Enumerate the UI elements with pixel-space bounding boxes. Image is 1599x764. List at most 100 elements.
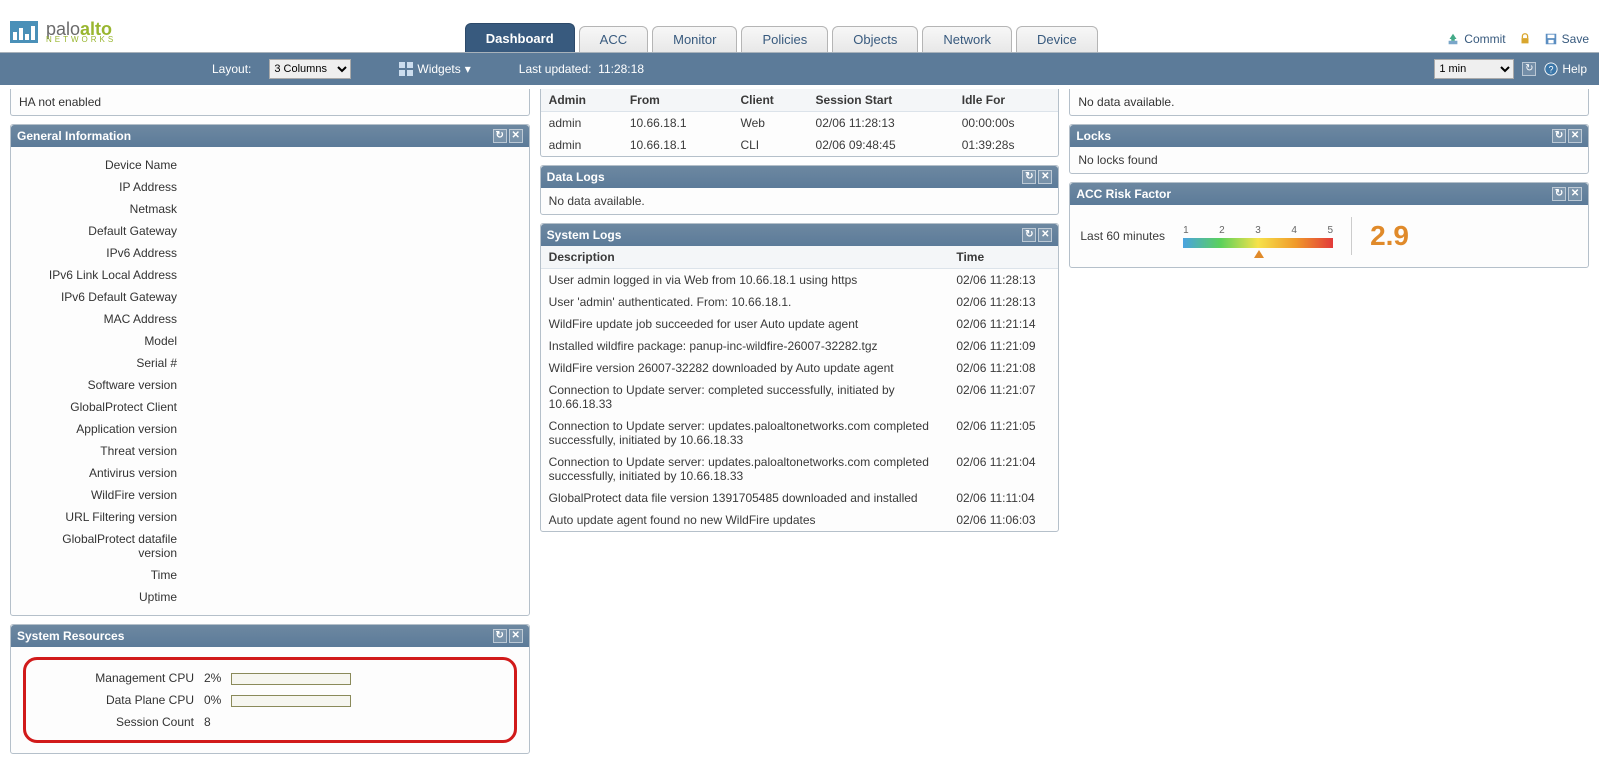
refresh-widget-button[interactable]: ↻ (1552, 187, 1566, 201)
field-value (183, 441, 519, 461)
log-time: 02/06 11:21:08 (948, 357, 1058, 379)
commit-button[interactable]: Commit (1446, 32, 1505, 46)
widget-title: Data Logs (547, 170, 605, 184)
layout-label: Layout: (212, 62, 251, 76)
column-header: Session Start (808, 89, 954, 112)
field-label: IPv6 Link Local Address (21, 265, 181, 285)
log-description: User admin logged in via Web from 10.66.… (541, 269, 949, 292)
close-widget-button[interactable]: ✕ (1568, 187, 1582, 201)
info-row: IPv6 Link Local Address (21, 265, 519, 285)
tick-label: 2 (1219, 225, 1225, 236)
log-description: Installed wildfire package: panup-inc-wi… (541, 335, 949, 357)
lock-icon[interactable] (1518, 32, 1532, 46)
column-header: Description (541, 246, 949, 269)
field-value (183, 587, 519, 607)
log-description: WildFire version 26007-32282 downloaded … (541, 357, 949, 379)
last-updated-value: 11:28:18 (598, 62, 644, 76)
close-widget-button[interactable]: ✕ (509, 629, 523, 643)
log-description: Connection to Update server: updates.pal… (541, 415, 949, 451)
admins-panel: AdminFromClientSession StartIdle Foradmi… (540, 89, 1060, 157)
tab-monitor[interactable]: Monitor (652, 26, 737, 52)
widget-title: ACC Risk Factor (1076, 187, 1171, 201)
help-button[interactable]: ? Help (1544, 62, 1587, 76)
field-label: Model (21, 331, 181, 351)
refresh-widget-button[interactable]: ↻ (1022, 170, 1036, 184)
tab-acc[interactable]: ACC (579, 26, 648, 52)
field-label: Device Name (21, 155, 181, 175)
info-row: IPv6 Address (21, 243, 519, 263)
info-row: Model (21, 331, 519, 351)
info-row: Uptime (21, 587, 519, 607)
close-widget-button[interactable]: ✕ (1568, 129, 1582, 143)
field-value (183, 331, 519, 351)
save-button[interactable]: Save (1544, 32, 1589, 46)
log-description: GlobalProtect data file version 13917054… (541, 487, 949, 509)
field-label: Application version (21, 419, 181, 439)
main-tabs: DashboardACCMonitorPoliciesObjectsNetwor… (463, 0, 1100, 52)
risk-scale: 12345 (1183, 225, 1333, 248)
field-label: URL Filtering version (21, 507, 181, 527)
field-label: IPv6 Default Gateway (21, 287, 181, 307)
table-row: Installed wildfire package: panup-inc-wi… (541, 335, 1059, 357)
layout-select[interactable]: 3 Columns (269, 59, 351, 79)
tab-policies[interactable]: Policies (741, 26, 828, 52)
refresh-widget-button[interactable]: ↻ (1552, 129, 1566, 143)
field-value (183, 243, 519, 263)
progress-bar (231, 695, 351, 707)
table-row: Auto update agent found no new WildFire … (541, 509, 1059, 531)
refresh-interval-select[interactable]: 1 min (1434, 59, 1514, 79)
save-icon (1544, 32, 1558, 46)
brand-sub: NETWORKS (46, 36, 116, 44)
field-value (183, 221, 519, 241)
help-icon: ? (1544, 62, 1558, 76)
refresh-widget-button[interactable]: ↻ (493, 129, 507, 143)
field-value (183, 375, 519, 395)
general-information-widget: General Information ↻ ✕ Device NameIP Ad… (10, 124, 530, 616)
acc-risk-widget: ACC Risk Factor ↻ ✕ Last 60 minutes 1234… (1069, 182, 1589, 268)
cell: 02/06 09:48:45 (808, 134, 954, 156)
field-label: Uptime (21, 587, 181, 607)
refresh-button[interactable]: ↻ (1522, 62, 1536, 76)
table-row: admin10.66.18.1CLI02/06 09:48:4501:39:28… (541, 134, 1059, 156)
cell: admin (541, 134, 622, 156)
tick-label: 1 (1183, 225, 1189, 236)
table-row: User admin logged in via Web from 10.66.… (541, 269, 1059, 292)
refresh-widget-button[interactable]: ↻ (1022, 228, 1036, 242)
column-header: Idle For (954, 89, 1059, 112)
column-header: Time (948, 246, 1058, 269)
log-description: WildFire update job succeeded for user A… (541, 313, 949, 335)
progress-bar (231, 673, 351, 685)
empty-text: No data available. (549, 194, 645, 208)
field-label: GlobalProtect Client (21, 397, 181, 417)
close-widget-button[interactable]: ✕ (509, 129, 523, 143)
ha-status-panel: HA not enabled (10, 89, 530, 116)
close-widget-button[interactable]: ✕ (1038, 228, 1052, 242)
field-value (183, 529, 519, 563)
system-resources-widget: System Resources ↻ ✕ Management CPU2% Da… (10, 624, 530, 754)
field-value (183, 565, 519, 585)
info-row: GlobalProtect Client (21, 397, 519, 417)
refresh-widget-button[interactable]: ↻ (493, 629, 507, 643)
widgets-label: Widgets (417, 62, 460, 76)
info-row: Antivirus version (21, 463, 519, 483)
info-row: IP Address (21, 177, 519, 197)
tab-objects[interactable]: Objects (832, 26, 918, 52)
info-row: IPv6 Default Gateway (21, 287, 519, 307)
log-time: 02/06 11:21:05 (948, 415, 1058, 451)
highlighted-region: Management CPU2% Data Plane CPU0% Sessio… (23, 657, 517, 743)
risk-value: 2.9 (1370, 220, 1409, 252)
field-label: MAC Address (21, 309, 181, 329)
info-row: GlobalProtect datafile version (21, 529, 519, 563)
widgets-dropdown[interactable]: Widgets ▾ (399, 62, 470, 76)
table-row: GlobalProtect data file version 13917054… (541, 487, 1059, 509)
data-logs-widget: Data Logs ↻ ✕ No data available. (540, 165, 1060, 215)
cell: Web (732, 112, 807, 135)
field-label: IPv6 Address (21, 243, 181, 263)
close-widget-button[interactable]: ✕ (1038, 170, 1052, 184)
tab-device[interactable]: Device (1016, 26, 1098, 52)
log-time: 02/06 11:06:03 (948, 509, 1058, 531)
table-row: Connection to Update server: completed s… (541, 379, 1059, 415)
tab-dashboard[interactable]: Dashboard (465, 23, 575, 52)
field-label: WildFire version (21, 485, 181, 505)
tab-network[interactable]: Network (922, 26, 1012, 52)
